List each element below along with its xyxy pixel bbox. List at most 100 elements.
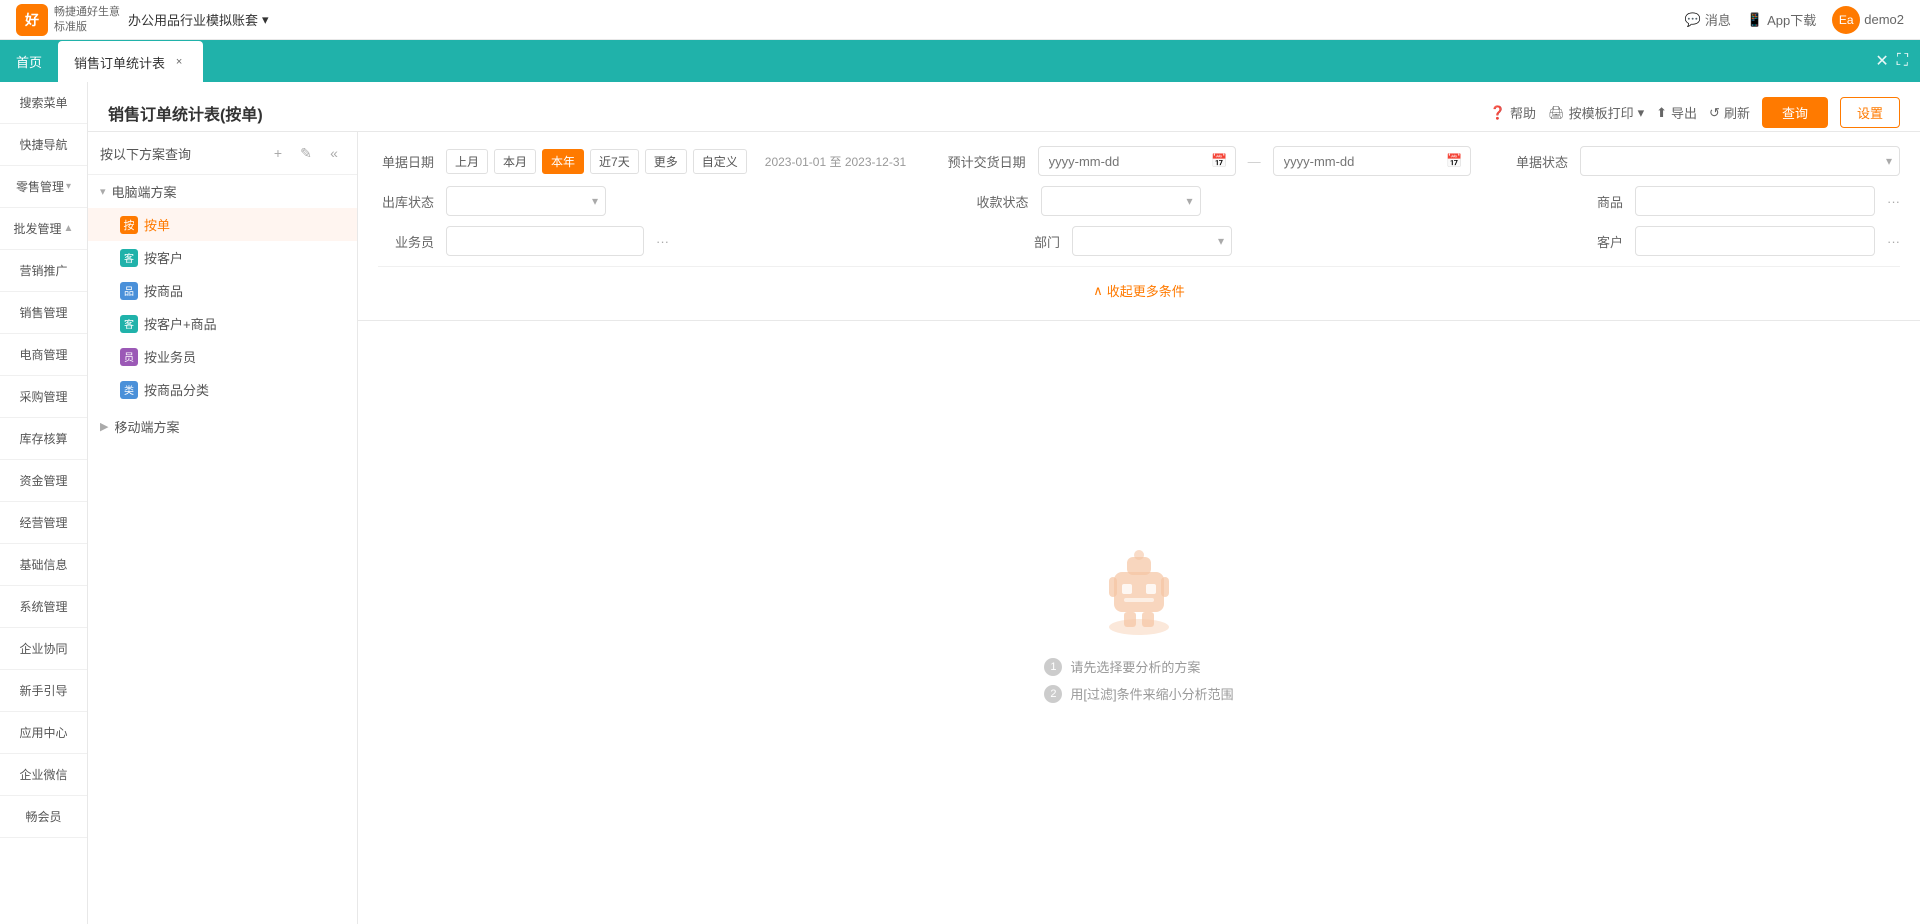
logo-icon: 好	[16, 4, 48, 36]
expected-date-start[interactable]	[1038, 146, 1236, 176]
expected-date-end[interactable]	[1273, 146, 1471, 176]
top-bar: 好 畅捷通好生意 标准版 办公用品行业模拟账套 ▾ 💬 消息 📱 App下载 E…	[0, 0, 1920, 40]
tree-item-by-customer-goods[interactable]: 客 按客户+商品	[88, 307, 357, 340]
salesperson-dots[interactable]: ···	[656, 234, 669, 249]
date-btn-custom[interactable]: 自定义	[693, 149, 747, 174]
goods-dots[interactable]: ···	[1887, 194, 1900, 209]
tree-item-by-customer[interactable]: 客 按客户	[88, 241, 357, 274]
tree-item-by-goods[interactable]: 品 按商品	[88, 274, 357, 307]
avatar: Ea	[1832, 6, 1860, 34]
export-icon: ⬆	[1656, 105, 1667, 121]
receipt-status-select[interactable]	[1041, 186, 1201, 216]
main-layout: 搜索菜单 快捷导航 零售管理 ▾ 批发管理 ▲ 营销推广 销售管理 电商管理 采…	[0, 82, 1920, 924]
add-scheme-button[interactable]: +	[267, 142, 289, 164]
collapse-icon: ∧	[1093, 283, 1103, 299]
goods-input[interactable]	[1635, 186, 1875, 216]
sidebar-item-member[interactable]: 畅会员	[0, 796, 87, 838]
status-select-wrapper	[1580, 146, 1900, 176]
date-btn-this-month[interactable]: 本月	[494, 149, 536, 174]
scheme-icon-customer: 客	[120, 249, 138, 267]
left-panel: 按以下方案查询 + ✎ « ▾ 电脑端方案 按 按单 客 按客户	[88, 132, 358, 924]
tab-home[interactable]: 首页	[0, 40, 58, 82]
refresh-button[interactable]: ↺ 刷新	[1709, 103, 1750, 122]
tree-caret-mobile: ▶	[100, 420, 108, 433]
date-btn-this-year[interactable]: 本年	[542, 149, 584, 174]
left-panel-header: 按以下方案查询 + ✎ «	[88, 132, 357, 175]
sidebar: 搜索菜单 快捷导航 零售管理 ▾ 批发管理 ▲ 营销推广 销售管理 电商管理 采…	[0, 82, 88, 924]
sidebar-item-retail[interactable]: 零售管理 ▾	[0, 166, 87, 208]
sidebar-item-wechat[interactable]: 企业微信	[0, 754, 87, 796]
sidebar-item-sales[interactable]: 销售管理	[0, 292, 87, 334]
status-label: 单据状态	[1512, 152, 1568, 171]
salesperson-label: 业务员	[378, 232, 434, 251]
customer-dots[interactable]: ···	[1887, 234, 1900, 249]
date-btn-more[interactable]: 更多	[645, 149, 687, 174]
sidebar-item-wholesale[interactable]: 批发管理 ▲	[0, 208, 87, 250]
sidebar-item-basic[interactable]: 基础信息	[0, 544, 87, 586]
settings-button[interactable]: 设置	[1840, 97, 1900, 128]
edit-scheme-button[interactable]: ✎	[295, 142, 317, 164]
tab-bar: 首页 销售订单统计表 × ✕ ⛶	[0, 40, 1920, 82]
tree-item-by-salesperson[interactable]: 员 按业务员	[88, 340, 357, 373]
date-btn-7days[interactable]: 近7天	[590, 149, 639, 174]
scheme-icon-customer-goods: 客	[120, 315, 138, 333]
tab-close-icon[interactable]: ×	[171, 54, 187, 70]
help-button[interactable]: ❓ 帮助	[1490, 103, 1536, 122]
top-bar-left: 好 畅捷通好生意 标准版 办公用品行业模拟账套 ▾	[16, 4, 269, 36]
tree-item-by-order[interactable]: 按 按单	[88, 208, 357, 241]
sidebar-item-purchase[interactable]: 采购管理	[0, 376, 87, 418]
dropdown-icon: ▾	[262, 12, 269, 28]
status-select[interactable]	[1580, 146, 1900, 176]
tree-item-by-category[interactable]: 类 按商品分类	[88, 373, 357, 406]
help-icon: ❓	[1490, 105, 1506, 121]
empty-tips: 1 请先选择要分析的方案 2 用[过滤]条件来缩小分析范围	[1044, 657, 1233, 703]
collapse-panel-button[interactable]: «	[323, 142, 345, 164]
app-download-button[interactable]: 📱 App下载	[1747, 10, 1816, 29]
message-icon: 💬	[1685, 12, 1701, 28]
sidebar-item-enterprise[interactable]: 企业协同	[0, 628, 87, 670]
retail-arrow-icon: ▾	[66, 181, 71, 192]
sidebar-item-finance[interactable]: 资金管理	[0, 460, 87, 502]
print-button[interactable]: 🖨 按模板打印 ▾	[1548, 103, 1644, 122]
logo-text: 畅捷通好生意 标准版	[54, 5, 120, 34]
sidebar-item-ecommerce[interactable]: 电商管理	[0, 334, 87, 376]
message-button[interactable]: 💬 消息	[1685, 10, 1731, 29]
close-window-icon[interactable]: ✕	[1875, 51, 1888, 71]
date-btn-last-month[interactable]: 上月	[446, 149, 488, 174]
tree-caret-pc: ▾	[100, 185, 106, 198]
dept-label: 部门	[1004, 232, 1060, 251]
sidebar-quick-nav[interactable]: 快捷导航	[0, 124, 87, 166]
tree-section-pc[interactable]: ▾ 电脑端方案	[88, 175, 357, 208]
salesperson-input[interactable]	[446, 226, 644, 256]
collapse-button[interactable]: ∧ 收起更多条件	[378, 275, 1900, 306]
maximize-window-icon[interactable]: ⛶	[1897, 52, 1908, 70]
query-button[interactable]: 查询	[1762, 97, 1828, 128]
receipt-status-wrapper	[1041, 186, 1201, 216]
out-status-select[interactable]	[446, 186, 606, 216]
app-title-dropdown[interactable]: 办公用品行业模拟账套 ▾	[128, 10, 269, 29]
collapse-row: ∧ 收起更多条件	[378, 266, 1900, 306]
dept-select[interactable]	[1072, 226, 1232, 256]
date-separator: —	[1248, 154, 1261, 169]
content-body: 按以下方案查询 + ✎ « ▾ 电脑端方案 按 按单 客 按客户	[88, 132, 1920, 924]
tree-section-mobile[interactable]: ▶ 移动端方案	[88, 410, 357, 443]
date-buttons: 上月 本月 本年 近7天 更多 自定义	[446, 149, 747, 174]
dept-wrapper	[1072, 226, 1232, 256]
sidebar-item-newbie[interactable]: 新手引导	[0, 670, 87, 712]
expected-date-label: 预计交货日期	[948, 152, 1026, 171]
sidebar-search[interactable]: 搜索菜单	[0, 82, 87, 124]
filter-row-1: 单据日期 上月 本月 本年 近7天 更多 自定义 2023-01-01 至 20…	[378, 146, 1900, 176]
sidebar-item-system[interactable]: 系统管理	[0, 586, 87, 628]
empty-robot-svg	[1089, 542, 1189, 642]
export-button[interactable]: ⬆ 导出	[1656, 103, 1697, 122]
customer-input[interactable]	[1635, 226, 1875, 256]
sidebar-item-appstore[interactable]: 应用中心	[0, 712, 87, 754]
sidebar-item-inventory[interactable]: 库存核算	[0, 418, 87, 460]
content-area: 销售订单统计表(按单) ❓ 帮助 🖨 按模板打印 ▾ ⬆ 导出 ↺ 刷新	[88, 82, 1920, 924]
user-menu[interactable]: Ea demo2	[1832, 6, 1904, 34]
sidebar-item-operations[interactable]: 经营管理	[0, 502, 87, 544]
sidebar-item-marketing[interactable]: 营销推广	[0, 250, 87, 292]
expected-date-start-wrapper: 📅	[1038, 146, 1236, 176]
out-status-label: 出库状态	[378, 192, 434, 211]
tab-sales-stats[interactable]: 销售订单统计表 ×	[58, 41, 203, 83]
